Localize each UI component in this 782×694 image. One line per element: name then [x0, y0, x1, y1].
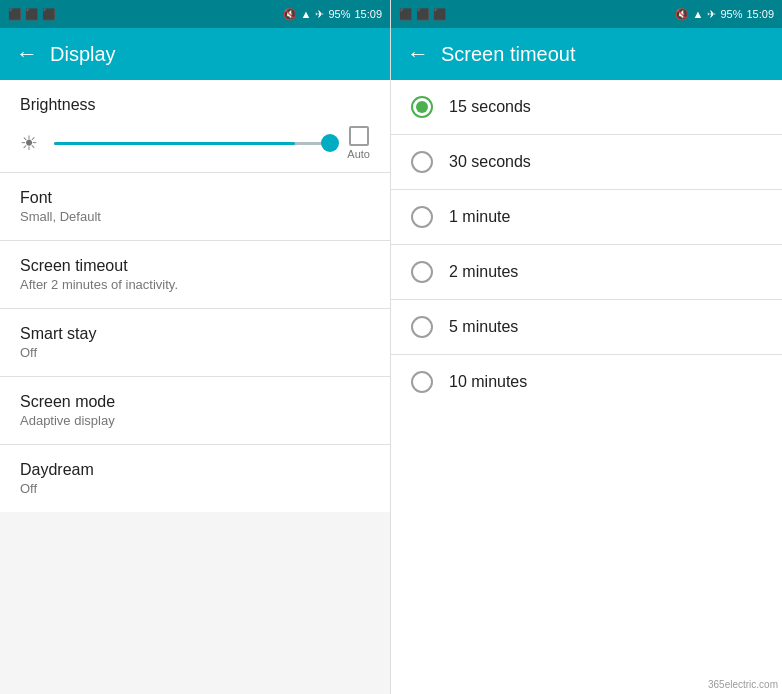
timeout-2m[interactable]: 2 minutes — [391, 245, 782, 300]
daydream-title: Daydream — [20, 461, 370, 479]
daydream-subtitle: Off — [20, 481, 370, 496]
watermark: 365electric.com — [708, 679, 778, 690]
airplane-icon: ✈ — [315, 8, 324, 21]
screen-timeout-title: Screen timeout — [441, 43, 576, 66]
display-app-bar: ← Display — [0, 28, 390, 80]
screen-timeout-title: Screen timeout — [20, 257, 370, 275]
radio-10m — [411, 371, 433, 393]
display-content: Brightness ☀ Auto — [0, 80, 390, 694]
notification-icons-right: ⬛ ⬛ ⬛ — [399, 8, 447, 21]
status-icons-right-right: 🔇 ▲ ✈ 95% 15:09 — [675, 8, 774, 21]
label-30s: 30 seconds — [449, 153, 531, 171]
mute-icon: 🔇 — [283, 8, 297, 21]
wifi-icon: ▲ — [301, 8, 312, 20]
screen-timeout-panel: ⬛ ⬛ ⬛ 🔇 ▲ ✈ 95% 15:09 ← Screen timeout 1… — [391, 0, 782, 694]
slider-fill — [54, 142, 295, 145]
smart-stay-title: Smart stay — [20, 325, 370, 343]
auto-label: Auto — [347, 148, 370, 160]
wifi-icon-right: ▲ — [693, 8, 704, 20]
timeout-10m[interactable]: 10 minutes — [391, 355, 782, 409]
screen-timeout-app-bar: ← Screen timeout — [391, 28, 782, 80]
font-subtitle: Small, Default — [20, 209, 370, 224]
display-settings-panel: ⬛ ⬛ ⬛ 🔇 ▲ ✈ 95% 15:09 ← Display Brightne… — [0, 0, 391, 694]
mute-icon-right: 🔇 — [675, 8, 689, 21]
radio-2m — [411, 261, 433, 283]
label-1m: 1 minute — [449, 208, 510, 226]
screen-timeout-subtitle: After 2 minutes of inactivity. — [20, 277, 370, 292]
airplane-icon-right: ✈ — [707, 8, 716, 21]
label-10m: 10 minutes — [449, 373, 527, 391]
screen-timeout-setting[interactable]: Screen timeout After 2 minutes of inacti… — [0, 241, 390, 309]
brightness-row: ☀ Auto — [20, 126, 370, 160]
notification-icons: ⬛ ⬛ ⬛ — [8, 8, 56, 21]
auto-checkbox-box — [349, 126, 369, 146]
screen-mode-title: Screen mode — [20, 393, 370, 411]
smart-stay-setting[interactable]: Smart stay Off — [0, 309, 390, 377]
status-icons-left: ⬛ ⬛ ⬛ — [8, 8, 56, 21]
font-title: Font — [20, 189, 370, 207]
screen-mode-setting[interactable]: Screen mode Adaptive display — [0, 377, 390, 445]
status-icons-right: 🔇 ▲ ✈ 95% 15:09 — [283, 8, 382, 21]
radio-inner-15s — [416, 101, 428, 113]
radio-15s — [411, 96, 433, 118]
time-left: 15:09 — [354, 8, 382, 20]
timeout-30s[interactable]: 30 seconds — [391, 135, 782, 190]
brightness-section: Brightness ☀ Auto — [0, 80, 390, 173]
brightness-slider[interactable] — [54, 133, 337, 153]
battery-text-right: 95% — [720, 8, 742, 20]
screen-mode-subtitle: Adaptive display — [20, 413, 370, 428]
daydream-setting[interactable]: Daydream Off — [0, 445, 390, 512]
battery-text: 95% — [328, 8, 350, 20]
back-button-display[interactable]: ← — [16, 43, 38, 65]
timeout-options-list: 15 seconds 30 seconds 1 minute 2 minutes… — [391, 80, 782, 694]
settings-list: Font Small, Default Screen timeout After… — [0, 173, 390, 512]
label-2m: 2 minutes — [449, 263, 518, 281]
status-bar-left: ⬛ ⬛ ⬛ 🔇 ▲ ✈ 95% 15:09 — [0, 0, 390, 28]
brightness-low-icon: ☀ — [20, 131, 44, 155]
back-button-timeout[interactable]: ← — [407, 43, 429, 65]
radio-30s — [411, 151, 433, 173]
slider-track — [54, 142, 337, 145]
timeout-15s[interactable]: 15 seconds — [391, 80, 782, 135]
label-15s: 15 seconds — [449, 98, 531, 116]
app-container: ⬛ ⬛ ⬛ 🔇 ▲ ✈ 95% 15:09 ← Display Brightne… — [0, 0, 782, 694]
display-title: Display — [50, 43, 116, 66]
status-bar-right: ⬛ ⬛ ⬛ 🔇 ▲ ✈ 95% 15:09 — [391, 0, 782, 28]
radio-1m — [411, 206, 433, 228]
font-setting[interactable]: Font Small, Default — [0, 173, 390, 241]
auto-brightness-toggle[interactable]: Auto — [347, 126, 370, 160]
radio-5m — [411, 316, 433, 338]
label-5m: 5 minutes — [449, 318, 518, 336]
timeout-5m[interactable]: 5 minutes — [391, 300, 782, 355]
slider-thumb — [321, 134, 339, 152]
timeout-1m[interactable]: 1 minute — [391, 190, 782, 245]
brightness-label: Brightness — [20, 96, 370, 114]
time-right: 15:09 — [746, 8, 774, 20]
status-icons-right-left: ⬛ ⬛ ⬛ — [399, 8, 447, 21]
smart-stay-subtitle: Off — [20, 345, 370, 360]
